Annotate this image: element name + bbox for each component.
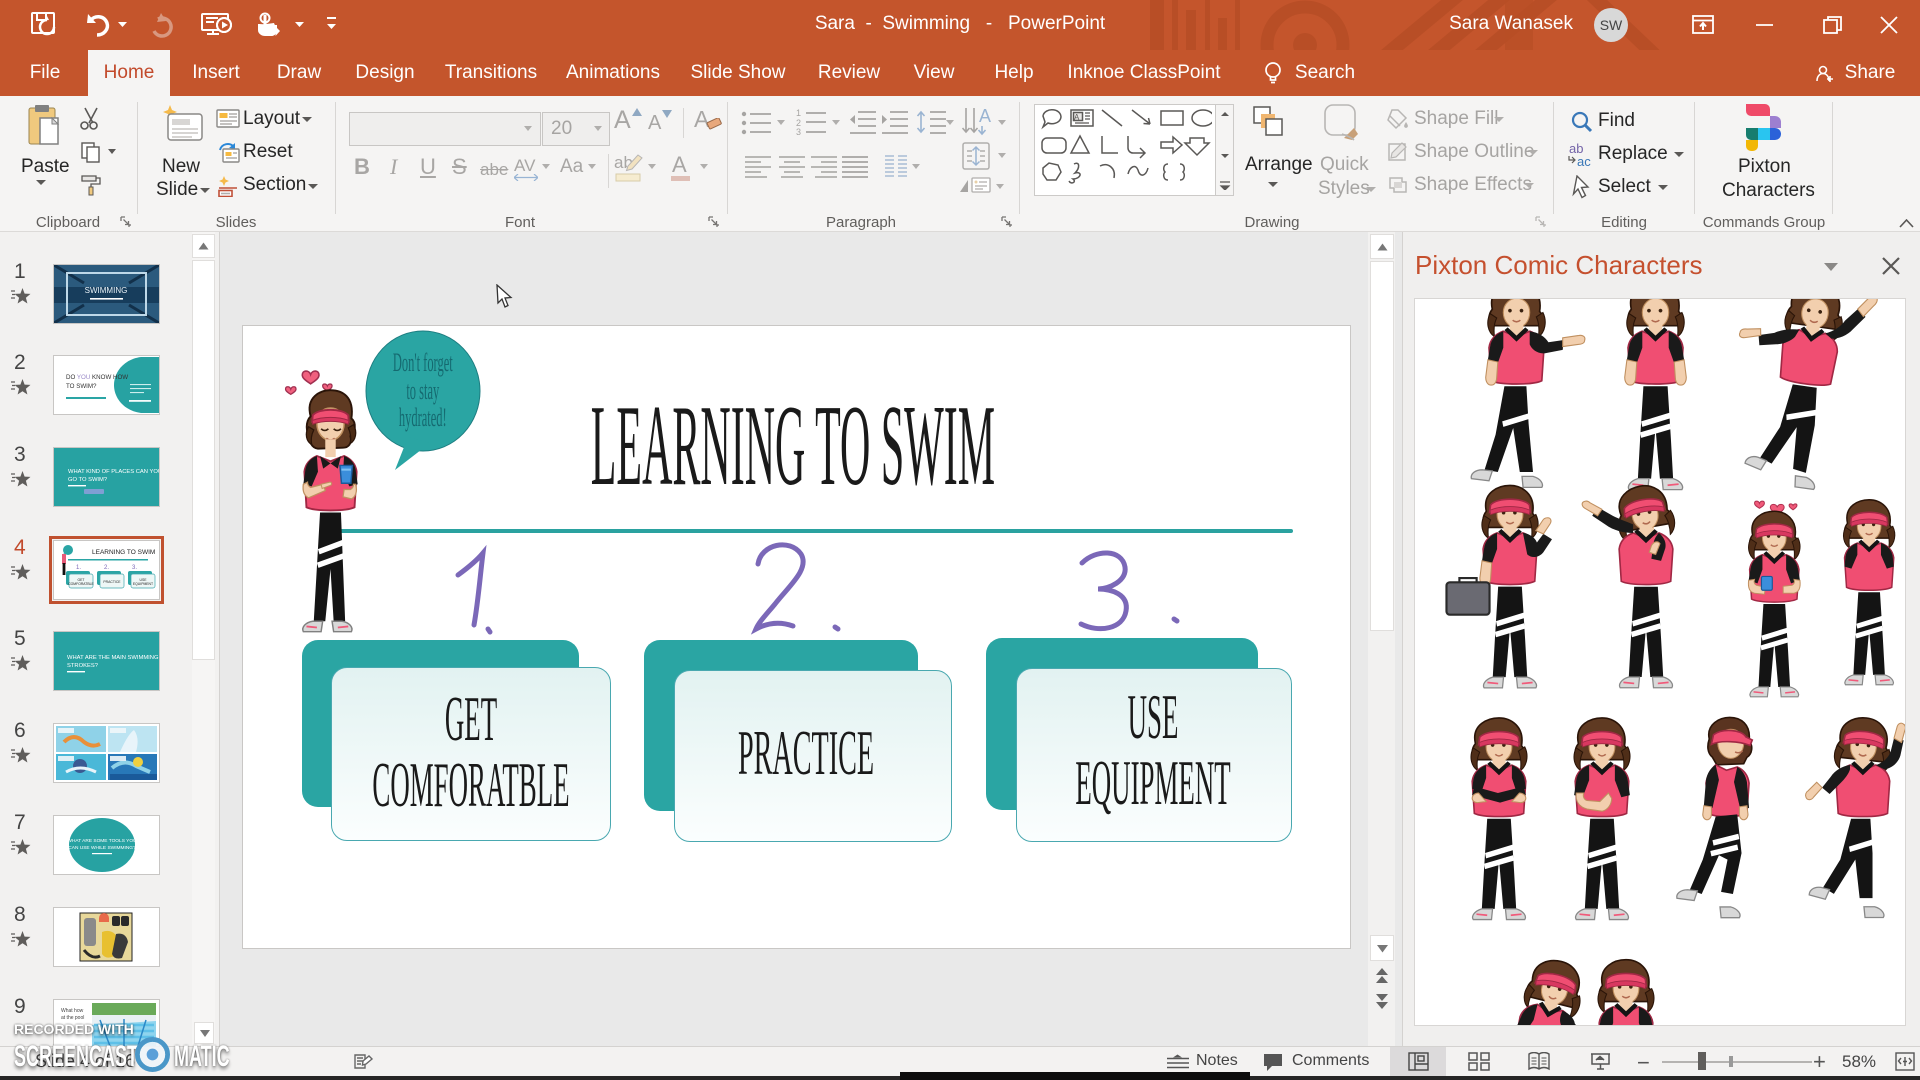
- svg-text:COMFORATBLE: COMFORATBLE: [68, 582, 94, 586]
- svg-text:GO TO SWIM?: GO TO SWIM?: [68, 477, 108, 483]
- svg-text:1.: 1.: [76, 565, 81, 571]
- svg-text:EQUIPMENT: EQUIPMENT: [133, 582, 153, 586]
- svg-text:A: A: [979, 106, 991, 126]
- svg-text:SWIMMING: SWIMMING: [85, 286, 128, 295]
- svg-text:to stay: to stay: [406, 377, 439, 405]
- svg-text:WHAT KIND OF PLACES CAN YOU: WHAT KIND OF PLACES CAN YOU: [68, 469, 159, 475]
- svg-text:2.: 2.: [104, 565, 109, 571]
- svg-text:3: 3: [796, 127, 801, 136]
- svg-text:3.: 3.: [132, 565, 137, 571]
- svg-text:CAN USE WHILE SWIMMING?: CAN USE WHILE SWIMMING?: [68, 845, 136, 851]
- svg-text:DO YOU KNOW HOW: DO YOU KNOW HOW: [66, 374, 128, 381]
- svg-text:WHAT ARE THE MAIN SWIMMING: WHAT ARE THE MAIN SWIMMING: [67, 655, 159, 661]
- svg-text:PRACTICE: PRACTICE: [103, 580, 121, 584]
- svg-text:What how: What how: [61, 1008, 84, 1014]
- svg-text:1: 1: [796, 108, 801, 118]
- svg-text:LEARNING TO SWIM: LEARNING TO SWIM: [92, 549, 155, 556]
- svg-text:WHAT ARE SOME TOOLS YOU: WHAT ARE SOME TOOLS YOU: [67, 838, 137, 844]
- svg-text:Don't forget: Don't forget: [393, 349, 453, 377]
- svg-text:ac: ac: [1577, 154, 1591, 168]
- svg-text:TO SWIM?: TO SWIM?: [66, 383, 97, 390]
- svg-text:A: A: [1074, 113, 1080, 122]
- svg-text:STROKES?: STROKES?: [67, 663, 99, 669]
- svg-text:hydrated!: hydrated!: [399, 404, 447, 432]
